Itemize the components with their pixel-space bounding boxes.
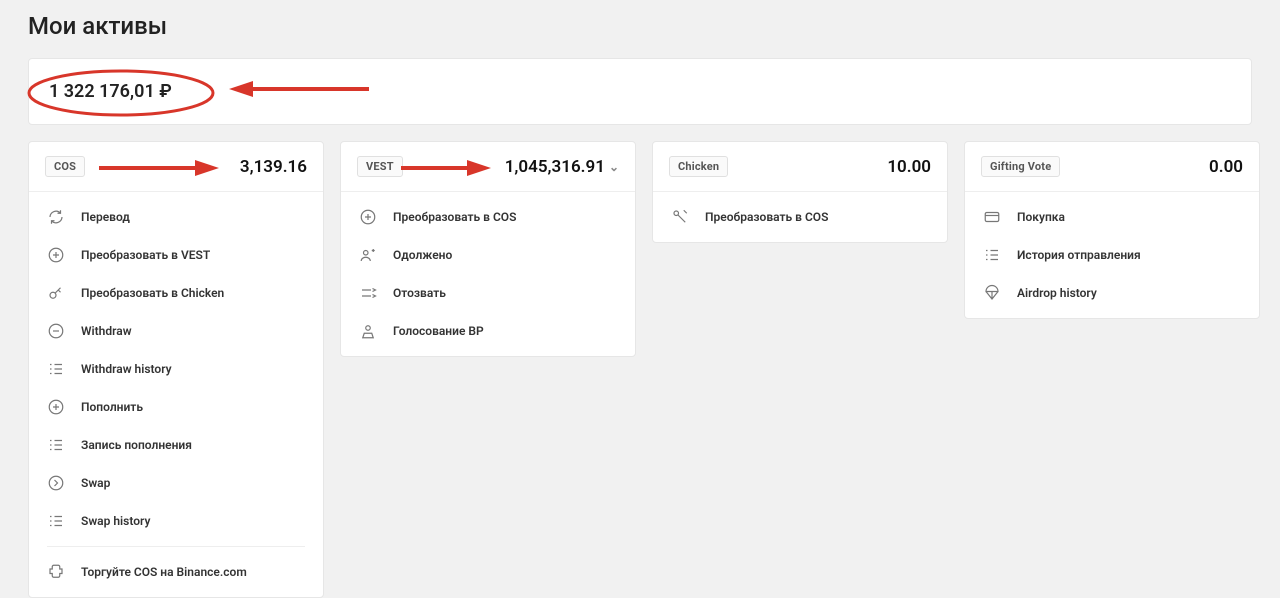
plus-circle-icon: [47, 246, 65, 264]
total-balance-value: 1 322 176,01 ₽: [49, 81, 172, 102]
action-swap-history[interactable]: Swap history: [29, 502, 323, 540]
card-icon: [983, 208, 1001, 226]
asset-header-cos: COS 3,139.16: [29, 142, 323, 192]
action-label: Отозвать: [393, 286, 446, 300]
asset-value-chicken: 10.00: [887, 157, 931, 177]
action-transfer[interactable]: Перевод: [29, 198, 323, 236]
annotation-arrow-total: [229, 81, 369, 111]
arrow-right-circle-icon: [47, 474, 65, 492]
asset-tag-chicken: Chicken: [669, 156, 728, 177]
asset-header-chicken: Chicken 10.00: [653, 142, 947, 192]
action-label: Withdraw history: [81, 362, 172, 376]
key-icon: [47, 284, 65, 302]
asset-card-chicken: Chicken 10.00 Преобразовать в COS: [652, 141, 948, 243]
asset-card-cos: COS 3,139.16 Перевод Преобразовать в VES…: [28, 141, 324, 598]
action-deposit[interactable]: Пополнить: [29, 388, 323, 426]
action-convert-to-cos[interactable]: Преобразовать в COS: [341, 198, 635, 236]
asset-card-vest: VEST 1,045,316.91 ⌄ Преобразовать в COS: [340, 141, 636, 357]
asset-card-gifting-vote: Gifting Vote 0.00 Покупка История отправ…: [964, 141, 1260, 319]
asset-tag-vest: VEST: [357, 156, 403, 177]
action-label: История отправления: [1017, 248, 1141, 262]
action-convert-to-chicken[interactable]: Преобразовать в Chicken: [29, 274, 323, 312]
list-icon: [983, 246, 1001, 264]
page-title: Мои активы: [28, 12, 1252, 40]
list-icon: [47, 360, 65, 378]
annotation-arrow-vest: [401, 160, 491, 176]
action-purchase[interactable]: Покупка: [965, 198, 1259, 236]
action-label: Торгуйте COS на Binance.com: [81, 565, 247, 579]
recall-icon: [359, 284, 377, 302]
action-label: Покупка: [1017, 210, 1065, 224]
action-withdraw-history[interactable]: Withdraw history: [29, 350, 323, 388]
refresh-icon: [47, 208, 65, 226]
asset-tag-gifting-vote: Gifting Vote: [981, 156, 1060, 177]
action-airdrop-history[interactable]: Airdrop history: [965, 274, 1259, 312]
plus-circle-icon: [47, 398, 65, 416]
action-convert-to-cos[interactable]: Преобразовать в COS: [653, 198, 947, 236]
action-convert-to-vest[interactable]: Преобразовать в VEST: [29, 236, 323, 274]
action-swap[interactable]: Swap: [29, 464, 323, 502]
divider: [47, 546, 305, 547]
action-recall[interactable]: Отозвать: [341, 274, 635, 312]
action-label: Преобразовать в VEST: [81, 248, 210, 262]
action-withdraw[interactable]: Withdraw: [29, 312, 323, 350]
action-label: Airdrop history: [1017, 286, 1097, 300]
puzzle-icon: [47, 563, 65, 581]
parachute-icon: [983, 284, 1001, 302]
list-icon: [47, 436, 65, 454]
list-icon: [47, 512, 65, 530]
action-label: Голосование BP: [393, 324, 484, 338]
utensil-icon: [671, 208, 689, 226]
plus-circle-icon: [359, 208, 377, 226]
minus-circle-icon: [47, 322, 65, 340]
action-label: Пополнить: [81, 400, 143, 414]
action-label: Преобразовать в Chicken: [81, 286, 224, 300]
action-deposit-history[interactable]: Запись пополнения: [29, 426, 323, 464]
total-balance-card: 1 322 176,01 ₽: [28, 58, 1252, 125]
vote-icon: [359, 322, 377, 340]
chevron-down-icon: ⌄: [609, 160, 619, 174]
asset-header-gifting-vote: Gifting Vote 0.00: [965, 142, 1259, 192]
annotation-arrow-cos: [99, 160, 219, 176]
action-label: Перевод: [81, 210, 130, 224]
asset-tag-cos: COS: [45, 156, 85, 177]
action-label: Преобразовать в COS: [705, 210, 828, 224]
action-label: Преобразовать в COS: [393, 210, 516, 224]
action-label: Одолжено: [393, 248, 452, 262]
asset-header-vest: VEST 1,045,316.91 ⌄: [341, 142, 635, 192]
action-send-history[interactable]: История отправления: [965, 236, 1259, 274]
person-share-icon: [359, 246, 377, 264]
action-label: Withdraw: [81, 324, 132, 338]
asset-value-cos: 3,139.16: [240, 157, 307, 177]
action-label: Swap history: [81, 514, 150, 528]
action-trade-on-binance[interactable]: Торгуйте COS на Binance.com: [29, 553, 323, 591]
action-bp-vote[interactable]: Голосование BP: [341, 312, 635, 350]
asset-value-gifting-vote: 0.00: [1209, 157, 1243, 177]
asset-value-vest[interactable]: 1,045,316.91 ⌄: [505, 157, 619, 177]
action-label: Запись пополнения: [81, 438, 192, 452]
action-lent[interactable]: Одолжено: [341, 236, 635, 274]
action-label: Swap: [81, 476, 110, 490]
